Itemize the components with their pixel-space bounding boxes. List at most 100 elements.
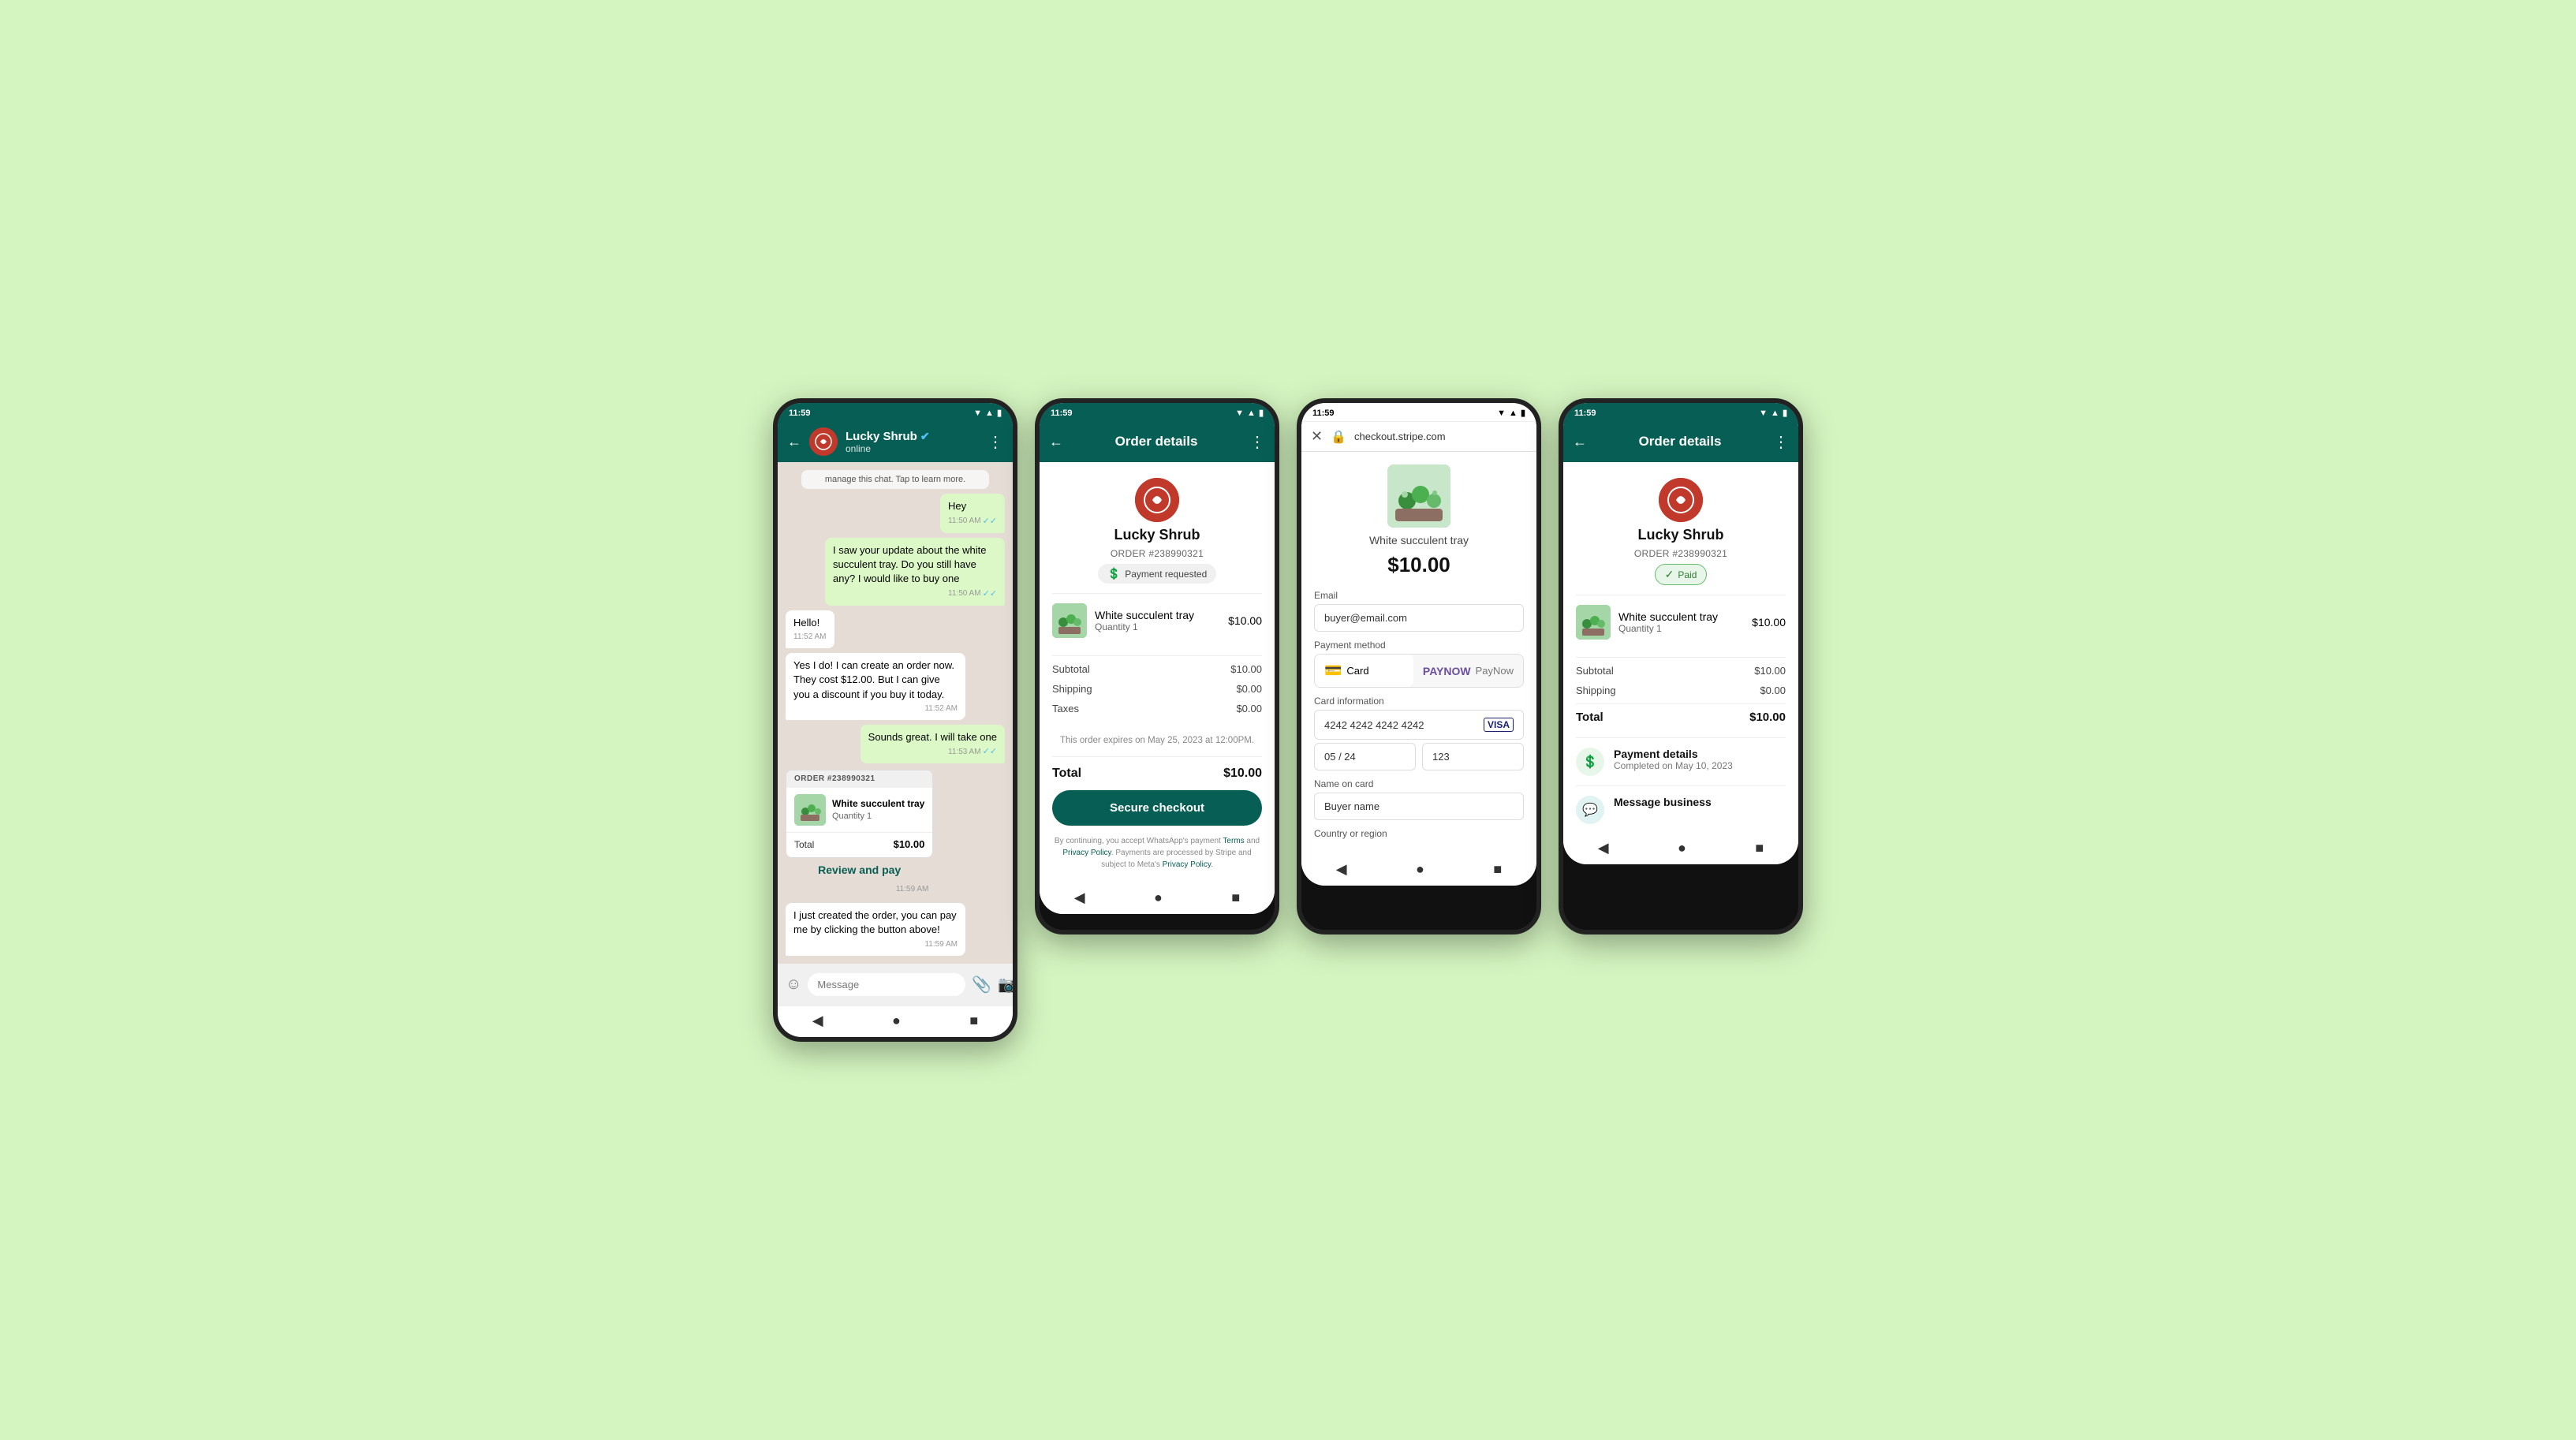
payment-detail-icon: 💲	[1576, 748, 1604, 776]
message-saw-update: I saw your update about the white succul…	[825, 538, 1005, 606]
chat-messages: manage this chat. Tap to learn more. Hey…	[778, 462, 1013, 963]
paynow-label: PayNow	[1476, 665, 1514, 677]
biz-name-4: Lucky Shrub	[1637, 527, 1723, 543]
wifi-icon: ▲	[985, 408, 994, 418]
back-button-4[interactable]: ←	[1573, 434, 1587, 450]
message-business-icon: 💬	[1576, 796, 1604, 824]
name-on-card-input[interactable]	[1314, 793, 1524, 820]
order-card-message: ORDER #238990321	[786, 768, 933, 898]
back-button[interactable]: ←	[787, 434, 801, 450]
recent-nav[interactable]: ■	[969, 1013, 978, 1029]
recent-nav-2[interactable]: ■	[1231, 890, 1240, 906]
product-qty: Quantity 1	[832, 811, 924, 823]
time-3: 11:59	[1312, 408, 1335, 418]
url-bar: checkout.stripe.com	[1354, 431, 1527, 442]
visa-badge: VISA	[1484, 718, 1514, 732]
battery-icon-3: ▮	[1521, 408, 1525, 418]
payment-status-badge-4: ✓ Paid	[1655, 564, 1708, 585]
item-row-2: White succulent tray Quantity 1 $10.00	[1052, 603, 1262, 638]
order-total-label: Total	[794, 838, 814, 852]
chat-header: ← Lucky Shrub ✔ online ⋮	[778, 421, 1013, 462]
order-items-2: White succulent tray Quantity 1 $10.00	[1040, 594, 1275, 655]
recent-nav-3[interactable]: ■	[1493, 861, 1502, 878]
meta-privacy-link[interactable]: Privacy Policy	[1163, 860, 1211, 869]
expiry-input[interactable]	[1314, 743, 1416, 770]
time-2: 11:59	[1051, 408, 1073, 418]
time-1: 11:59	[789, 408, 811, 418]
card-row2	[1314, 743, 1524, 770]
order-header-2: ← Order details ⋮	[1040, 421, 1275, 462]
status-bar-2: 11:59 ▼ ▲ ▮	[1040, 403, 1275, 421]
stripe-product-name: White succulent tray	[1369, 534, 1469, 547]
back-nav[interactable]: ◀	[812, 1013, 823, 1029]
home-nav-3[interactable]: ●	[1416, 861, 1424, 878]
camera-button[interactable]: 📷	[998, 975, 1013, 994]
phone-4: 11:59 ▼ ▲ ▮ ← Order details ⋮	[1559, 398, 1803, 935]
status-bar-3: 11:59 ▼ ▲ ▮	[1301, 403, 1536, 422]
nav-bar-1: ◀ ● ■	[778, 1006, 1013, 1037]
card-number-input[interactable]	[1324, 719, 1484, 731]
more-options-2[interactable]: ⋮	[1249, 432, 1265, 452]
privacy-link[interactable]: Privacy Policy	[1062, 849, 1111, 857]
message-created-order: I just created the order, you can pay me…	[786, 903, 965, 955]
browser-bar: ✕ 🔒 checkout.stripe.com	[1301, 422, 1536, 452]
message-input[interactable]	[808, 973, 965, 996]
back-button-2[interactable]: ←	[1049, 434, 1063, 450]
email-label: Email	[1314, 590, 1524, 601]
card-icon: 💳	[1324, 662, 1342, 679]
order-header-4: ← Order details ⋮	[1563, 421, 1798, 462]
badge-icon-2: 💲	[1107, 567, 1121, 580]
paynow-brand: PAYNOW	[1423, 665, 1471, 677]
wifi-icon-4: ▲	[1771, 408, 1779, 418]
close-browser-button[interactable]: ✕	[1311, 428, 1323, 445]
contact-status: online	[846, 443, 980, 454]
emoji-button[interactable]: ☺	[786, 976, 801, 994]
badge-icon-4: ✓	[1665, 568, 1674, 581]
biz-name-2: Lucky Shrub	[1114, 527, 1200, 543]
page-title-4: Order details	[1595, 434, 1765, 450]
review-pay-button[interactable]: Review and pay	[786, 858, 933, 883]
chat-notice: manage this chat. Tap to learn more.	[801, 470, 989, 489]
terms-note-2: By continuing, you accept WhatsApp's pay…	[1040, 835, 1275, 883]
email-input[interactable]	[1314, 604, 1524, 632]
recent-nav-4[interactable]: ■	[1755, 840, 1764, 856]
chat-input-bar: ☺ 📎 📷 🎤	[778, 964, 1013, 1006]
home-nav-4[interactable]: ●	[1678, 840, 1686, 856]
nav-bar-4: ◀ ● ■	[1563, 834, 1798, 864]
paynow-method[interactable]: PAYNOW PayNow	[1413, 655, 1523, 687]
message-business-row[interactable]: 💬 Message business	[1563, 786, 1798, 834]
card-method[interactable]: 💳 Card	[1315, 655, 1413, 687]
more-options-button[interactable]: ⋮	[987, 432, 1003, 452]
phones-container: 11:59 ▼ ▲ ▮ ← Lucky	[773, 398, 1803, 1041]
back-nav-4[interactable]: ◀	[1598, 840, 1609, 856]
order-total-value: $10.00	[894, 838, 925, 852]
status-bar-4: 11:59 ▼ ▲ ▮	[1563, 403, 1798, 421]
attach-button[interactable]: 📎	[972, 975, 991, 994]
home-nav-2[interactable]: ●	[1154, 890, 1163, 906]
terms-link[interactable]: Terms	[1223, 837, 1244, 845]
stripe-product-image	[1387, 464, 1450, 528]
grand-total-label-2: Total	[1052, 767, 1081, 781]
phone-1: 11:59 ▼ ▲ ▮ ← Lucky	[773, 398, 1017, 1041]
avatar	[809, 427, 838, 456]
page-title-2: Order details	[1071, 434, 1241, 450]
business-header-2: Lucky Shrub ORDER #238990321 💲 Payment r…	[1040, 462, 1275, 593]
item-image-4	[1576, 605, 1611, 640]
payment-method-label: Payment method	[1314, 640, 1524, 651]
message-business-info: Message business	[1614, 796, 1712, 808]
order-items-4: White succulent tray Quantity 1 $10.00	[1563, 595, 1798, 657]
business-header-4: Lucky Shrub ORDER #238990321 ✓ Paid	[1563, 462, 1798, 595]
secure-checkout-button[interactable]: Secure checkout	[1052, 790, 1262, 826]
back-nav-2[interactable]: ◀	[1074, 890, 1085, 906]
home-nav[interactable]: ●	[892, 1013, 901, 1029]
more-options-4[interactable]: ⋮	[1773, 432, 1789, 452]
grand-total-val-2: $10.00	[1223, 767, 1262, 781]
expiry-note-2: This order expires on May 25, 2023 at 12…	[1040, 728, 1275, 756]
cvc-input[interactable]	[1422, 743, 1524, 770]
back-nav-3[interactable]: ◀	[1336, 861, 1347, 878]
item-info-4: White succulent tray Quantity 1	[1618, 610, 1744, 634]
totals-2: Subtotal $10.00 Shipping $0.00 Taxes $0.…	[1040, 656, 1275, 728]
name-on-card-label: Name on card	[1314, 778, 1524, 789]
biz-order-4: ORDER #238990321	[1634, 548, 1727, 559]
order-details-body-4: Lucky Shrub ORDER #238990321 ✓ Paid	[1563, 462, 1798, 834]
